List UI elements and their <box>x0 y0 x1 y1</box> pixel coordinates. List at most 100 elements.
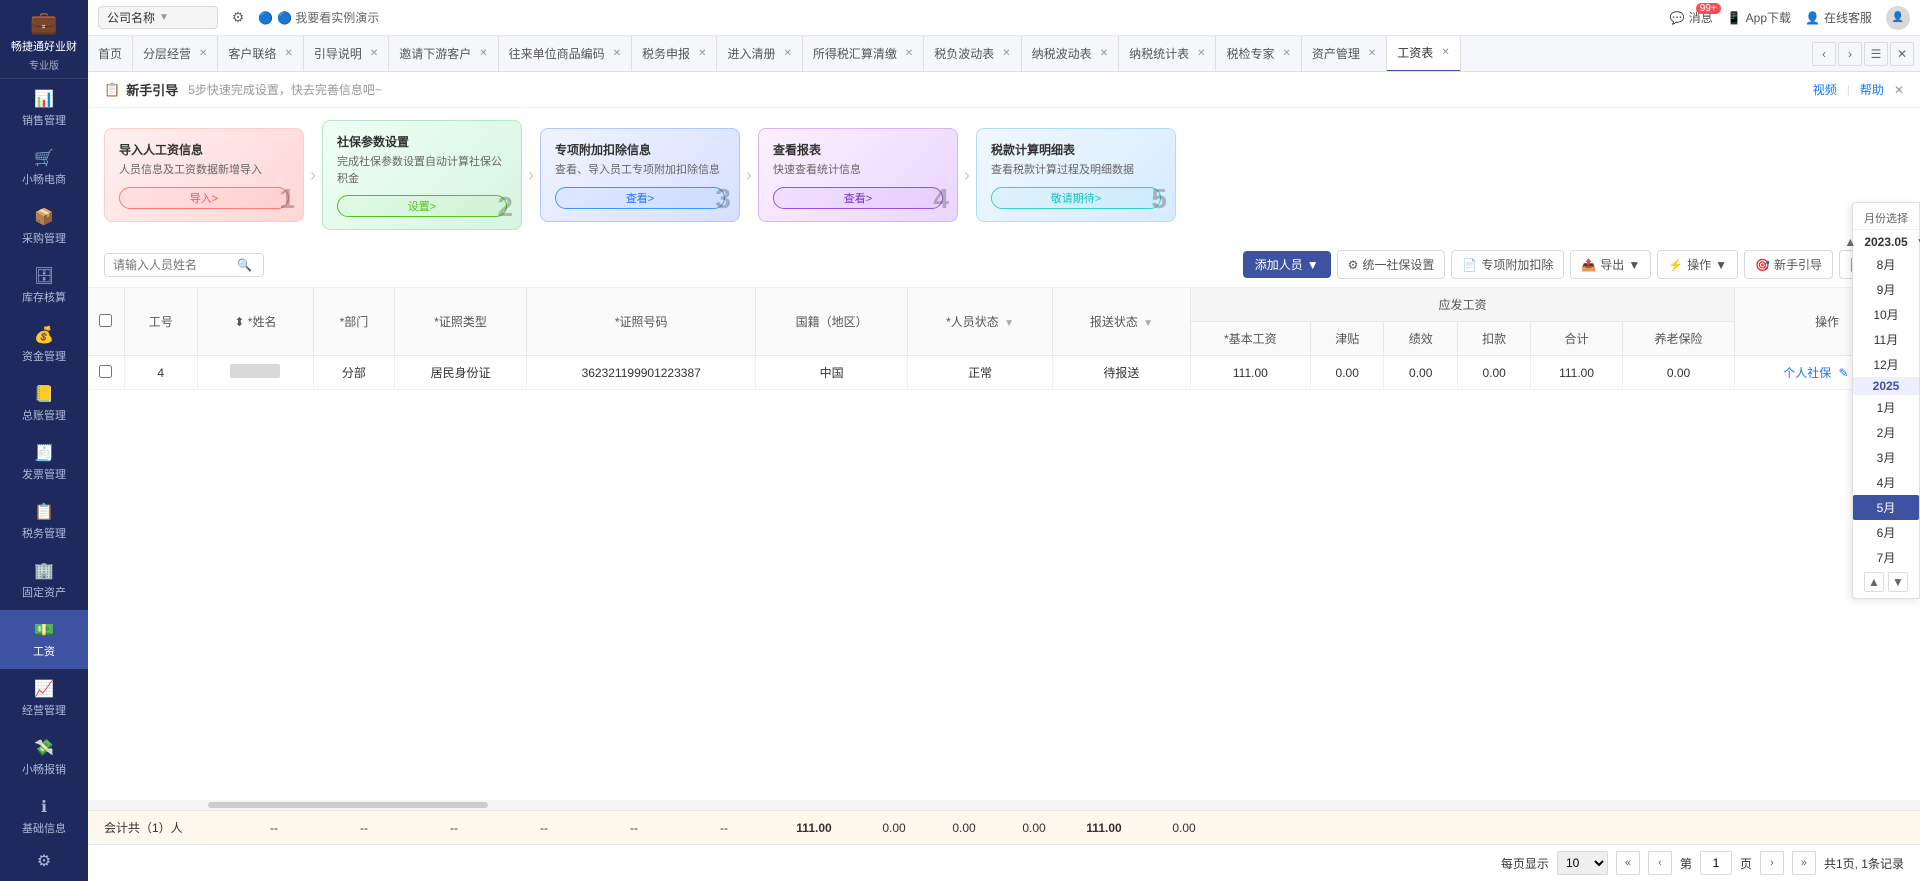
sidebar-item-固定资产[interactable]: 🏢 固定资产 <box>0 551 88 610</box>
operation-btn[interactable]: ⚡ 操作 ▼ <box>1657 250 1738 279</box>
sidebar-item-发票管理[interactable]: 🧾 发票管理 <box>0 433 88 492</box>
tab-close-7[interactable]: ✕ <box>783 48 791 59</box>
tab-邀请下游客户[interactable]: 邀请下游客户✕ <box>389 36 498 72</box>
step-btn-3[interactable]: 查看> <box>773 187 943 209</box>
tab-客户联络[interactable]: 客户联络✕ <box>218 36 303 72</box>
online-service-btn[interactable]: 👤 在线客服 <box>1805 9 1872 26</box>
status-filter-icon[interactable]: ▼ <box>1004 318 1014 329</box>
tab-往来单位商品编码[interactable]: 往来单位商品编码✕ <box>499 36 632 72</box>
tab-分层经营[interactable]: 分层经营✕ <box>133 36 218 72</box>
tab-税检专家[interactable]: 税检专家✕ <box>1216 36 1301 72</box>
tab-税务申报[interactable]: 税务申报✕ <box>632 36 717 72</box>
send-filter-icon[interactable]: ▼ <box>1143 318 1153 329</box>
step-btn-4[interactable]: 敬请期待> <box>991 187 1161 209</box>
month-item-11月[interactable]: 11月 <box>1853 327 1919 352</box>
tab-所得税汇算清缴[interactable]: 所得税汇算清缴✕ <box>803 36 924 72</box>
first-page-btn[interactable]: « <box>1616 851 1640 875</box>
tab-close-10[interactable]: ✕ <box>1100 48 1108 59</box>
month-item-8月[interactable]: 8月 <box>1853 252 1919 277</box>
add-person-button[interactable]: 添加人员 ▼ <box>1243 251 1331 278</box>
messages-btn[interactable]: 💬 消息 99+ <box>1670 9 1713 26</box>
tab-close-3[interactable]: ✕ <box>370 48 378 59</box>
search-input[interactable] <box>113 258 233 272</box>
sidebar-item-经营管理[interactable]: 📈 经营管理 <box>0 669 88 728</box>
tab-close-6[interactable]: ✕ <box>698 48 706 59</box>
tab-工资表[interactable]: 工资表✕ <box>1387 36 1460 72</box>
month-item-6月[interactable]: 6月 <box>1853 520 1919 545</box>
user-avatar[interactable]: 👤 <box>1886 6 1910 30</box>
op-edit-0[interactable]: ✎ <box>1839 366 1849 380</box>
scroll-up-btn[interactable]: ▲ <box>1864 572 1884 592</box>
per-page-select[interactable]: 10 20 50 100 <box>1557 851 1608 875</box>
tab-scroll-right[interactable]: › <box>1838 42 1862 66</box>
row-checkbox-0[interactable] <box>88 356 124 390</box>
sidebar-item-税务管理[interactable]: 📋 税务管理 <box>0 492 88 551</box>
year-up-btn[interactable]: ▲ <box>1840 232 1860 252</box>
scroll-down-btn[interactable]: ▼ <box>1888 572 1908 592</box>
op-social-security-0[interactable]: 个人社保 <box>1783 366 1831 380</box>
tab-税负波动表[interactable]: 税负波动表✕ <box>924 36 1021 72</box>
tab-close-12[interactable]: ✕ <box>1283 48 1291 59</box>
step-btn-0[interactable]: 导入> <box>119 187 289 209</box>
prev-page-btn[interactable]: ‹ <box>1648 851 1672 875</box>
month-item-3月[interactable]: 3月 <box>1853 445 1919 470</box>
tab-menu[interactable]: ☰ <box>1864 42 1888 66</box>
sidebar-item-总账管理[interactable]: 📒 总账管理 <box>0 374 88 433</box>
tab-资产管理[interactable]: 资产管理✕ <box>1302 36 1387 72</box>
app-download-btn[interactable]: 📱 App下载 <box>1727 9 1791 26</box>
step-btn-1[interactable]: 设置> <box>337 195 507 217</box>
tab-引导说明[interactable]: 引导说明✕ <box>304 36 389 72</box>
close-guide-btn[interactable]: ✕ <box>1894 83 1904 97</box>
help-link[interactable]: 帮助 <box>1860 81 1884 98</box>
sidebar-item-销售管理[interactable]: 📊 销售管理 <box>0 79 88 138</box>
close-all-tabs[interactable]: ✕ <box>1890 42 1914 66</box>
last-page-btn[interactable]: » <box>1792 851 1816 875</box>
sidebar-item-基础信息[interactable]: ℹ 基础信息 <box>0 787 88 841</box>
special-deduction-btn[interactable]: 📄 专项附加扣除 <box>1451 250 1564 279</box>
tab-close-13[interactable]: ✕ <box>1368 48 1376 59</box>
sidebar-item-库存核算[interactable]: 🗄 库存核算 <box>0 256 88 315</box>
month-item-12月[interactable]: 12月 <box>1853 352 1919 377</box>
tab-首页[interactable]: 首页 <box>88 36 133 72</box>
guide-btn[interactable]: 🎯 新手引导 <box>1744 250 1833 279</box>
settings-icon[interactable]: ⚙ <box>37 851 51 871</box>
month-item-4月[interactable]: 4月 <box>1853 470 1919 495</box>
company-selector[interactable]: 公司名称 ▼ <box>98 6 218 29</box>
next-page-btn[interactable]: › <box>1760 851 1784 875</box>
row-check-0[interactable] <box>99 365 112 378</box>
month-item-5月[interactable]: 5月 <box>1853 495 1919 520</box>
horizontal-scrollbar[interactable] <box>88 800 1920 810</box>
tab-close-1[interactable]: ✕ <box>199 48 207 59</box>
tab-close-4[interactable]: ✕ <box>479 48 487 59</box>
settings-button[interactable]: ⚙ <box>224 4 252 32</box>
sidebar-item-资金管理[interactable]: 💰 资金管理 <box>0 315 88 374</box>
month-item-2月[interactable]: 2月 <box>1853 420 1919 445</box>
tab-进入清册[interactable]: 进入清册✕ <box>717 36 802 72</box>
tab-close-5[interactable]: ✕ <box>613 48 621 59</box>
tab-纳税波动表[interactable]: 纳税波动表✕ <box>1022 36 1119 72</box>
scroll-thumb[interactable] <box>208 802 488 808</box>
month-item-9月[interactable]: 9月 <box>1853 277 1919 302</box>
year-down-btn[interactable]: ▼ <box>1912 232 1920 252</box>
tab-纳税统计表[interactable]: 纳税统计表✕ <box>1119 36 1216 72</box>
month-item-10月[interactable]: 10月 <box>1853 302 1919 327</box>
tab-close-11[interactable]: ✕ <box>1197 48 1205 59</box>
month-item-1月[interactable]: 1月 <box>1853 395 1919 420</box>
video-link[interactable]: 视频 <box>1813 81 1837 98</box>
tab-scroll-left[interactable]: ‹ <box>1812 42 1836 66</box>
tab-close-9[interactable]: ✕ <box>1002 48 1010 59</box>
step-btn-2[interactable]: 查看> <box>555 187 725 209</box>
search-icon[interactable]: 🔍 <box>237 258 252 272</box>
social-security-btn[interactable]: ⚙ 统一社保设置 <box>1337 250 1446 279</box>
month-item-7月[interactable]: 7月 <box>1853 545 1919 570</box>
sidebar-item-采购管理[interactable]: 📦 采购管理 <box>0 197 88 256</box>
sidebar-item-工资[interactable]: 💵 工资 <box>0 610 88 669</box>
tab-close-14[interactable]: ✕ <box>1441 47 1449 58</box>
sidebar-settings[interactable]: ⚙ <box>27 841 61 881</box>
sidebar-item-小畅电商[interactable]: 🛒 小畅电商 <box>0 138 88 197</box>
page-number-input[interactable] <box>1700 851 1732 875</box>
export-btn[interactable]: 📤 导出 ▼ <box>1570 250 1651 279</box>
select-all-checkbox[interactable] <box>99 314 112 327</box>
demo-link[interactable]: 🔵 🔵 我要看实例演示 <box>258 9 379 26</box>
tab-close-8[interactable]: ✕ <box>905 48 913 59</box>
